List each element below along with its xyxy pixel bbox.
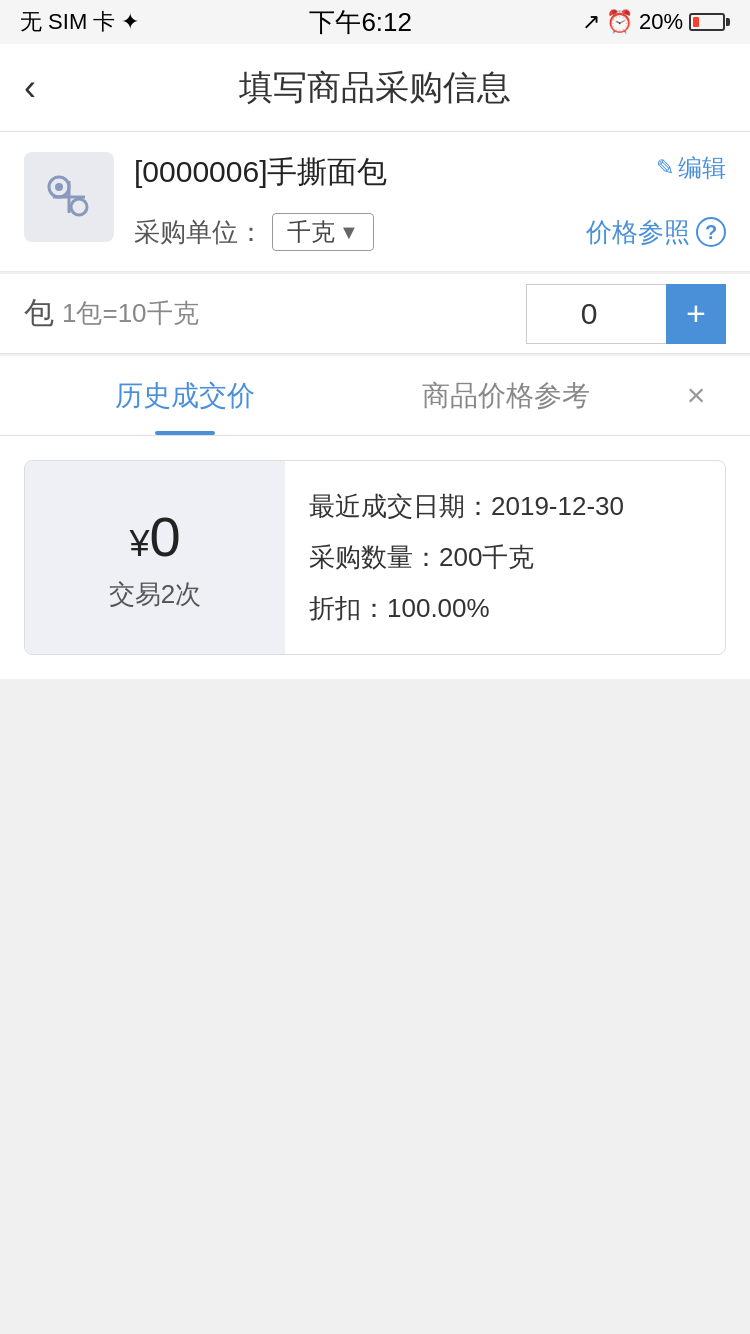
- sim-status: 无 SIM 卡 ✦: [20, 7, 139, 37]
- currency-symbol: ¥: [129, 523, 149, 564]
- dropdown-arrow-icon: ▼: [339, 221, 359, 244]
- location-icon: ↗: [582, 9, 600, 35]
- back-button[interactable]: ‹: [24, 67, 36, 109]
- tab-panel: 历史成交价 商品价格参考 × ¥0 交易2次 最近成交日期：2019-12-30…: [0, 356, 750, 679]
- purchase-quantity-label: 采购数量：: [309, 542, 439, 572]
- svg-point-1: [55, 183, 63, 191]
- status-right: ↗ ⏰ 20%: [582, 9, 730, 35]
- history-trades-count: 交易2次: [109, 577, 201, 612]
- product-info: [0000006]手撕面包 ✎ 编辑 采购单位： 千克 ▼ 价格参照 ?: [134, 152, 726, 251]
- tab-product-price-ref[interactable]: 商品价格参考: [345, 356, 666, 435]
- tab-price-ref-label: 商品价格参考: [422, 377, 590, 415]
- quantity-plus-button[interactable]: +: [666, 284, 726, 344]
- unit-selector[interactable]: 千克 ▼: [272, 213, 374, 251]
- price-reference-button[interactable]: 价格参照 ?: [586, 215, 726, 250]
- tab-bar: 历史成交价 商品价格参考 ×: [0, 356, 750, 436]
- purchase-quantity-row: 采购数量：200千克: [309, 540, 701, 575]
- recent-date-value: 2019-12-30: [491, 491, 624, 521]
- product-card: [0000006]手撕面包 ✎ 编辑 采购单位： 千克 ▼ 价格参照 ?: [0, 132, 750, 272]
- product-name: [0000006]手撕面包: [134, 152, 387, 193]
- history-content: ¥0 交易2次 最近成交日期：2019-12-30 采购数量：200千克 折扣：…: [0, 436, 750, 679]
- page-title: 填写商品采购信息: [239, 65, 511, 111]
- tab-history-label: 历史成交价: [115, 377, 255, 415]
- battery-percentage: 20%: [639, 9, 683, 35]
- unit-value: 千克: [287, 216, 335, 248]
- price-ref-help-icon: ?: [696, 217, 726, 247]
- history-price-value: ¥0: [129, 504, 180, 569]
- recent-date-row: 最近成交日期：2019-12-30: [309, 489, 701, 524]
- unit-conversion: 1包=10千克: [62, 296, 199, 331]
- edit-icon: ✎: [656, 155, 674, 181]
- quantity-unit-info: 包 1包=10千克: [24, 293, 199, 334]
- quantity-section: 包 1包=10千克 +: [0, 274, 750, 354]
- unit-label: 采购单位：: [134, 215, 264, 250]
- discount-value: 100.00%: [387, 593, 490, 623]
- tab-history-price[interactable]: 历史成交价: [24, 356, 345, 435]
- tab-underline: [155, 431, 215, 435]
- product-thumbnail: [24, 152, 114, 242]
- history-price-section: ¥0 交易2次: [25, 461, 285, 654]
- purchase-quantity-value: 200千克: [439, 542, 534, 572]
- svg-point-4: [71, 199, 87, 215]
- recent-date-label: 最近成交日期：: [309, 491, 491, 521]
- quantity-input[interactable]: [526, 284, 666, 344]
- edit-button[interactable]: ✎ 编辑: [656, 152, 726, 184]
- history-details-section: 最近成交日期：2019-12-30 采购数量：200千克 折扣：100.00%: [285, 461, 725, 654]
- bottom-space: [0, 679, 750, 1279]
- discount-row: 折扣：100.00%: [309, 591, 701, 626]
- status-time: 下午6:12: [309, 5, 412, 40]
- tab-close-button[interactable]: ×: [666, 366, 726, 426]
- status-bar: 无 SIM 卡 ✦ 下午6:12 ↗ ⏰ 20%: [0, 0, 750, 44]
- discount-label: 折扣：: [309, 593, 387, 623]
- status-left: 无 SIM 卡 ✦: [20, 7, 139, 37]
- alarm-icon: ⏰: [606, 9, 633, 35]
- quantity-controls: +: [526, 284, 726, 344]
- battery-icon: [689, 13, 730, 31]
- price-ref-label: 价格参照: [586, 215, 690, 250]
- history-card: ¥0 交易2次 最近成交日期：2019-12-30 采购数量：200千克 折扣：…: [24, 460, 726, 655]
- nav-bar: ‹ 填写商品采购信息: [0, 44, 750, 132]
- unit-char: 包: [24, 293, 54, 334]
- edit-label: 编辑: [678, 152, 726, 184]
